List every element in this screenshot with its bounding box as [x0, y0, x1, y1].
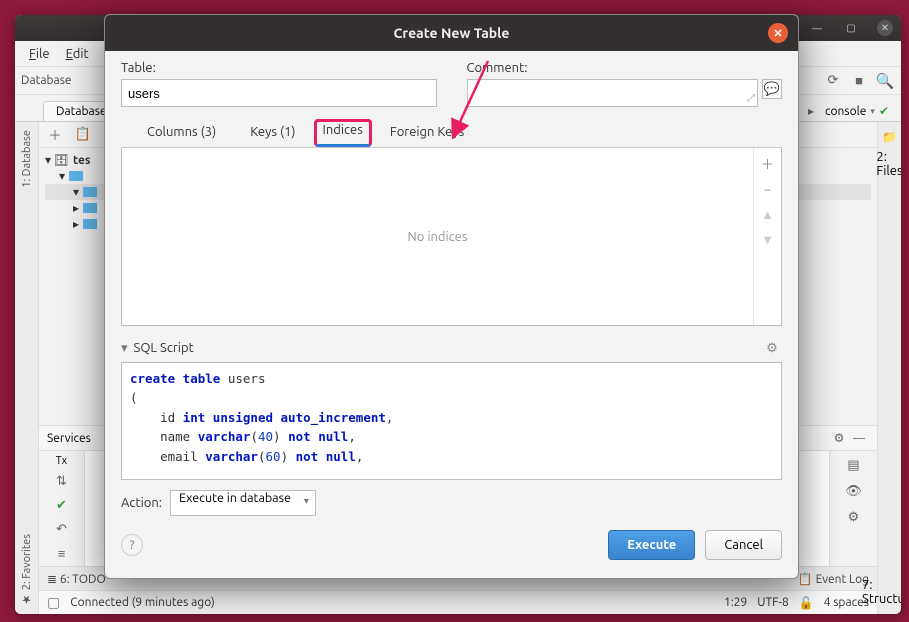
tab-keys[interactable]: Keys (1) — [234, 119, 311, 147]
move-up-icon[interactable]: ▲ — [761, 207, 774, 222]
menu-file[interactable]: File — [23, 45, 56, 63]
status-message: Connected (9 minutes ago) — [70, 596, 215, 609]
sql-section-label: SQL Script — [134, 341, 194, 355]
sidestrip-database[interactable]: 1: Database — [21, 130, 33, 188]
cursor-pos: 1:29 — [724, 596, 747, 609]
minimize-panel-icon[interactable]: — — [849, 428, 869, 448]
dialog-tabs: Columns (3) Keys (1) Indices Foreign Key… — [121, 119, 782, 148]
empty-message: No indices — [122, 148, 753, 325]
copy-icon[interactable]: 📋 — [73, 125, 93, 145]
tab-todo[interactable]: ≣ 6: TODO — [47, 572, 106, 586]
sql-section-header[interactable]: ▾ SQL Script ⚙ — [121, 338, 782, 358]
folder-icon — [69, 171, 83, 181]
sidestrip-structure[interactable]: 7: Structure — [862, 578, 901, 606]
add-index-icon[interactable]: ＋ — [761, 154, 774, 173]
close-icon[interactable]: ✕ — [877, 20, 893, 36]
comment-edit-icon[interactable]: 💬 — [762, 79, 782, 99]
minimize-icon[interactable]: — — [809, 20, 825, 36]
dialog-close-icon[interactable]: ✕ — [768, 23, 788, 43]
console-label[interactable]: console — [825, 105, 866, 118]
right-sidestrip: 📁 2: Files 7: Structure — [877, 122, 901, 614]
indices-panel: No indices ＋ − ▲ ▼ — [121, 148, 782, 326]
tab-indices[interactable]: Indices — [314, 119, 372, 147]
create-table-dialog: Create New Table ✕ Table: Comment: ⤢ 💬 C… — [104, 14, 799, 579]
tab-label: Database — [56, 105, 107, 118]
search-icon[interactable]: 🔍 — [875, 71, 895, 91]
action-select[interactable]: Execute in database — [170, 490, 316, 516]
expand-icon[interactable]: ⤢ — [747, 92, 755, 104]
action-label: Action: — [121, 496, 162, 510]
table-label: Table: — [121, 61, 437, 75]
dialog-title: Create New Table — [393, 25, 509, 41]
add-icon[interactable]: ＋ — [45, 125, 65, 145]
sidestrip-files[interactable]: 2: Files — [876, 150, 901, 178]
sidestrip-favorites[interactable]: ★ 2: Favorites — [20, 534, 33, 606]
sql-preview[interactable]: create table users ( id int unsigned aut… — [121, 362, 782, 480]
left-sidestrip: 1: Database ★ 2: Favorites — [15, 122, 39, 614]
tab-foreign-keys[interactable]: Foreign Keys — [374, 119, 480, 147]
help-icon[interactable]: ? — [121, 534, 143, 556]
refresh-icon[interactable]: ⟳ — [823, 71, 843, 91]
remove-index-icon[interactable]: − — [764, 183, 771, 197]
dialog-titlebar: Create New Table ✕ — [105, 15, 798, 51]
maximize-icon[interactable]: ▢ — [843, 20, 859, 36]
gear-icon[interactable]: ⚙ — [829, 428, 849, 448]
collapse-icon[interactable]: ▾ — [121, 341, 128, 356]
menu-edit[interactable]: Edit — [60, 45, 95, 63]
undo-icon[interactable]: ↶ — [52, 521, 72, 539]
folder-icon — [83, 203, 97, 213]
comment-label: Comment: — [467, 61, 783, 75]
breadcrumb: Database — [21, 74, 72, 87]
execute-button[interactable]: Execute — [608, 530, 695, 560]
stop-icon[interactable]: ■ — [849, 71, 869, 91]
eye-icon[interactable]: 👁 — [844, 481, 864, 501]
folder-icon — [83, 187, 97, 197]
cancel-button[interactable]: Cancel — [705, 530, 782, 560]
files-folder-icon: 📁 — [882, 130, 897, 144]
status-icon: ▢ — [47, 594, 60, 611]
filter-icon[interactable]: ⇅ — [52, 473, 72, 491]
lock-icon[interactable]: 🔓 — [799, 596, 814, 610]
settings-icon[interactable]: ⚙ — [844, 507, 864, 527]
move-down-icon[interactable]: ▼ — [761, 232, 774, 247]
table-name-input[interactable] — [121, 79, 437, 107]
layout-icon[interactable]: ▤ — [844, 455, 864, 475]
tx-label: Tx — [56, 455, 68, 467]
console-icon: ▸ — [801, 101, 821, 121]
chevron-down-icon[interactable]: ▾ — [870, 106, 875, 117]
commit-icon[interactable]: ✔ — [52, 497, 72, 515]
more-icon[interactable]: ≡ — [52, 544, 72, 562]
check-icon: ✔ — [879, 104, 889, 118]
statusbar: ▢ Connected (9 minutes ago) 1:29 UTF-8 🔓… — [39, 590, 877, 614]
tab-columns[interactable]: Columns (3) — [131, 119, 232, 147]
encoding[interactable]: UTF-8 — [757, 596, 788, 609]
tab-eventlog[interactable]: 📋 Event Log — [798, 572, 869, 586]
gear-icon[interactable]: ⚙ — [762, 338, 782, 358]
folder-icon — [83, 219, 97, 229]
comment-input[interactable]: ⤢ — [467, 79, 759, 107]
